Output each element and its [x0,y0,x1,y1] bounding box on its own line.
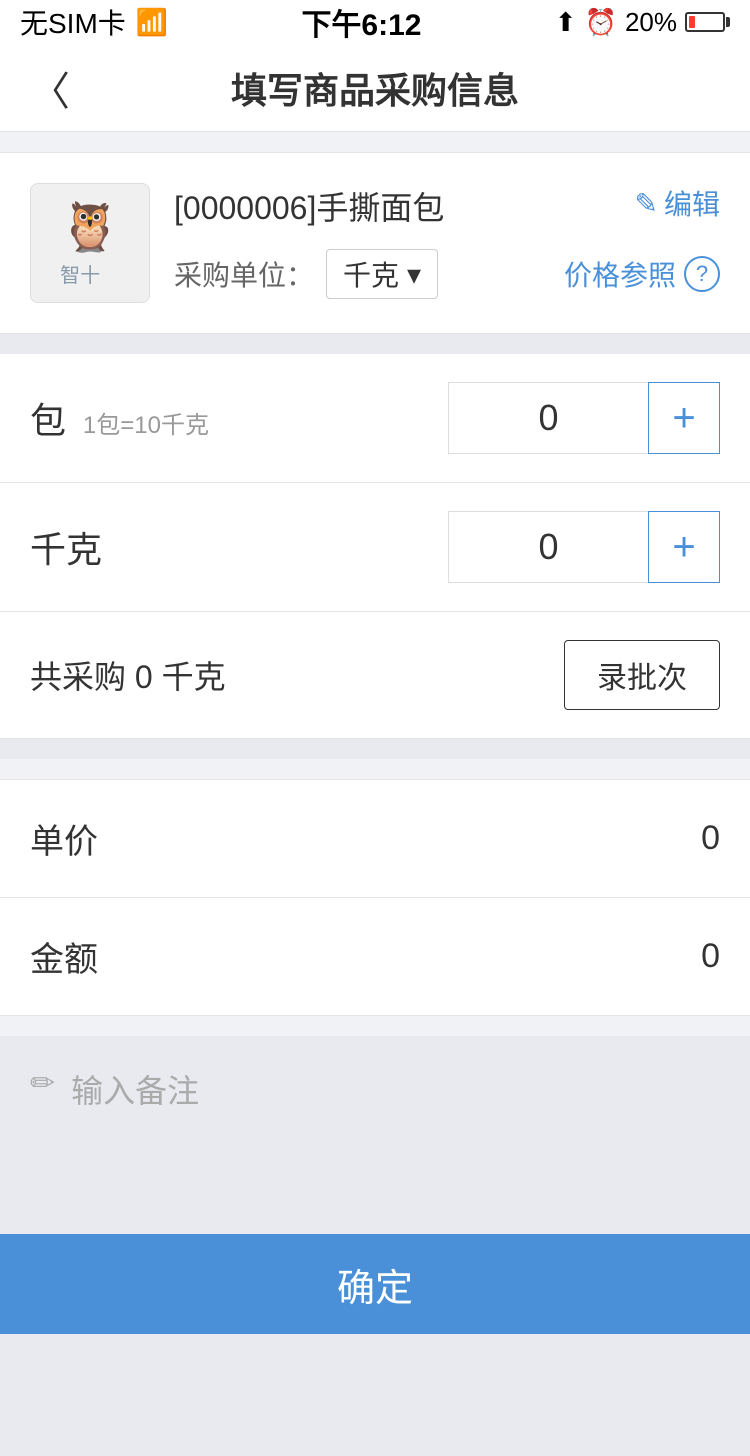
bag-label: 包 [30,400,66,441]
price-ref-label: 价格参照 [564,254,676,294]
edit-button[interactable]: ✎ 编辑 [635,183,720,223]
status-bar: 无SIM卡 📶 下午6:12 ⬆ ⏰ 20% [0,0,750,44]
section-divider-1 [0,334,750,354]
kg-label-container: 千克 [30,521,448,573]
product-header: [0000006]手撕面包 ✎ 编辑 [174,183,720,229]
product-unit-row: 采购单位： 千克 ▾ 价格参照 ? [174,249,720,299]
unit-price-value: 0 [701,819,720,858]
time-display: 下午6:12 [301,0,421,44]
notes-placeholder: 输入备注 [71,1066,199,1112]
unit-value: 千克 [343,254,399,294]
total-row: 共采购 0 千克 录批次 [0,612,750,739]
unit-select[interactable]: 千克 ▾ [326,249,438,299]
product-card: 🦉 智十 [0000006]手撕面包 ✎ 编辑 采购单位： 千克 ▾ 价格参照 [0,152,750,334]
unit-price-row: 单价 0 [0,780,750,898]
kg-input-wrap: + [448,511,720,583]
section-divider-2 [0,739,750,759]
kg-plus-button[interactable]: + [648,511,720,583]
status-left: 无SIM卡 📶 [20,2,168,42]
product-image: 🦉 智十 [30,183,150,303]
battery-percent: 20% [625,7,677,38]
bag-quantity-input[interactable] [448,382,648,454]
quantity-section: 包 1包=10千克 + 千克 + [0,354,750,612]
back-button[interactable]: 〈 [30,59,70,117]
bag-unit-hint: 1包=10千克 [83,412,209,439]
pencil-icon: ✏ [30,1066,55,1101]
bag-label-container: 包 1包=10千克 [30,392,448,444]
kg-label: 千克 [30,529,102,570]
wifi-icon: 📶 [136,7,168,38]
chevron-down-icon: ▾ [407,258,421,291]
notes-section[interactable]: ✏ 输入备注 [0,1036,750,1156]
info-icon: ? [684,256,720,292]
kg-quantity-input[interactable] [448,511,648,583]
product-info: [0000006]手撕面包 ✎ 编辑 采购单位： 千克 ▾ 价格参照 ? [174,183,720,299]
total-label: 共采购 0 千克 [30,652,226,698]
bag-input-wrap: + [448,382,720,454]
nav-bar: 〈 填写商品采购信息 [0,44,750,132]
price-section: 单价 0 金额 0 [0,779,750,1016]
status-right: ⬆ ⏰ 20% [555,7,730,38]
product-logo: 🦉 [60,198,120,255]
page-title: 填写商品采购信息 [231,62,519,114]
product-title: 手撕面包 [316,190,444,226]
confirm-button[interactable]: 确定 [0,1234,750,1334]
amount-label: 金额 [30,932,98,981]
bag-plus-button[interactable]: + [648,382,720,454]
product-id: [0000006] [174,190,316,226]
brand-label: 智十 [60,259,120,288]
location-icon: ⬆ [555,7,577,38]
record-batch-button[interactable]: 录批次 [564,640,720,710]
amount-value: 0 [701,937,720,976]
battery-icon [685,12,730,32]
price-ref-button[interactable]: 价格参照 ? [564,254,720,294]
quantity-row-bag: 包 1包=10千克 + [0,354,750,483]
edit-icon: ✎ [635,187,658,220]
unit-label: 采购单位： [174,254,314,294]
amount-row: 金额 0 [0,898,750,1015]
product-name: [0000006]手撕面包 [174,183,444,229]
alarm-icon: ⏰ [585,7,617,38]
carrier-label: 无SIM卡 [20,2,126,42]
quantity-row-kg: 千克 + [0,483,750,612]
unit-price-label: 单价 [30,814,98,863]
edit-label: 编辑 [664,183,720,223]
